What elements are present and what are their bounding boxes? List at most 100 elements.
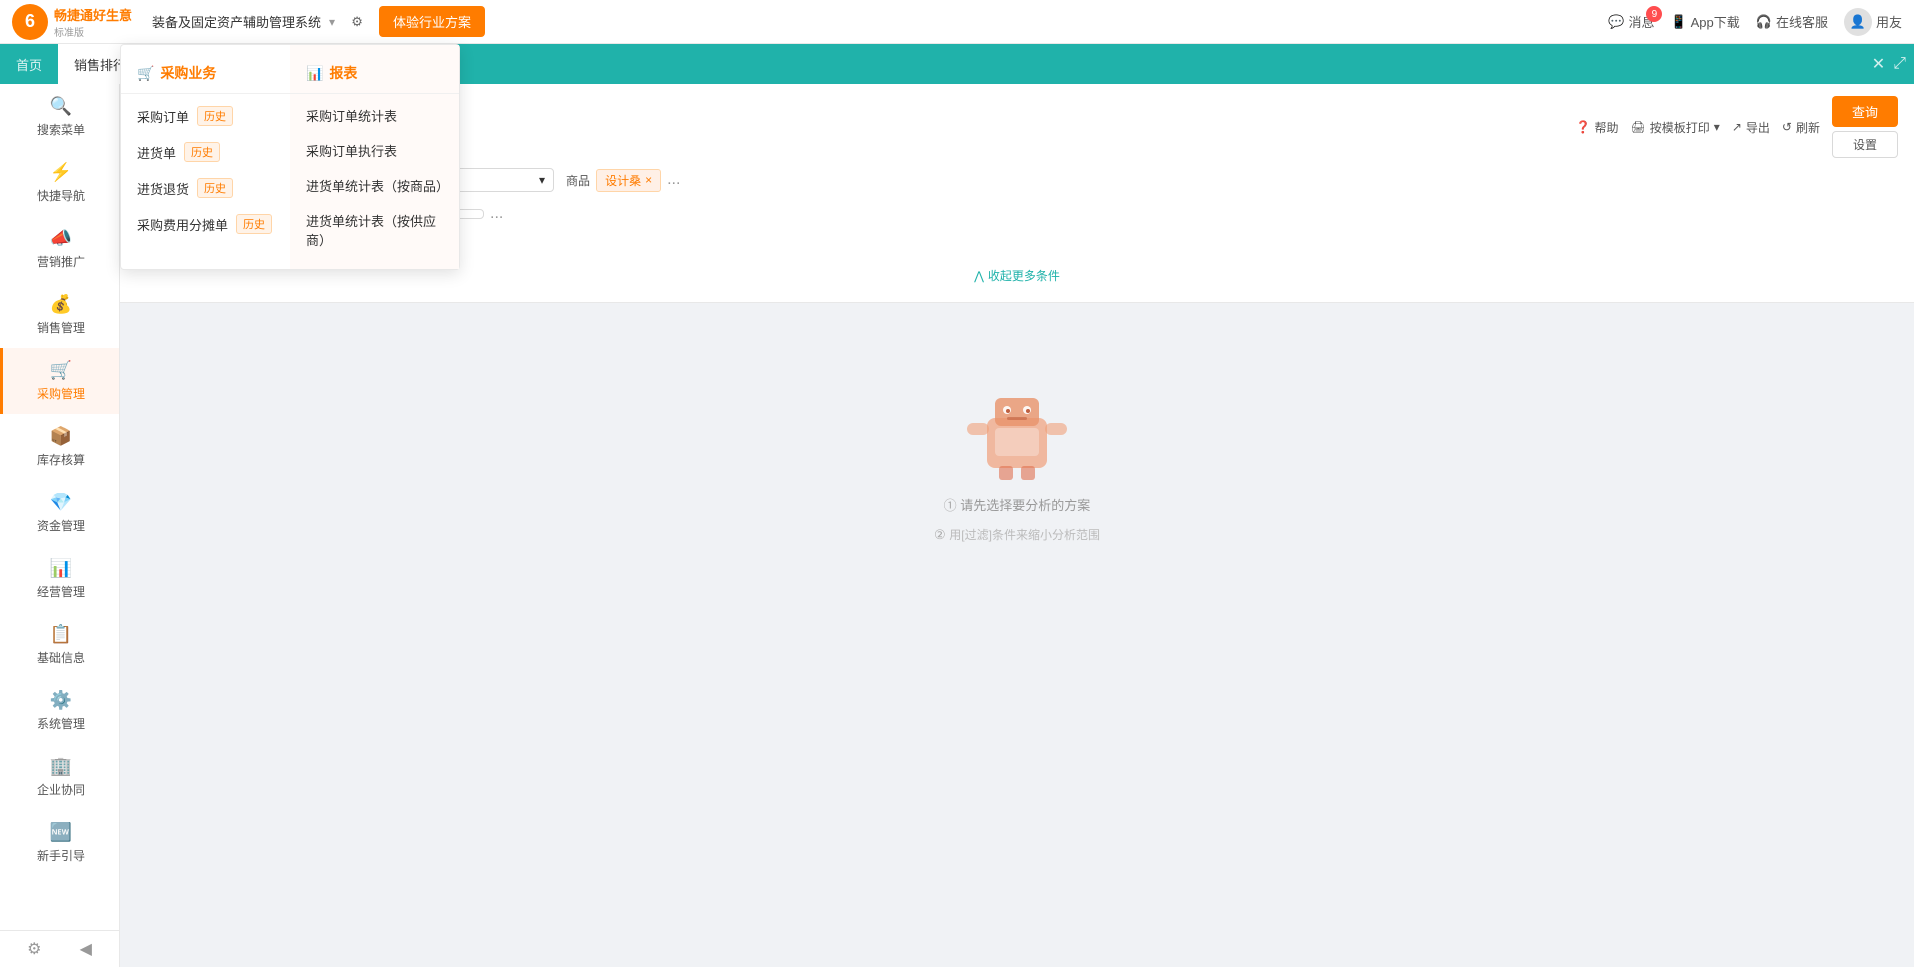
- operation-icon: 📊: [50, 558, 72, 579]
- sidebar-item-quick-nav[interactable]: ⚡ 快捷导航: [0, 150, 119, 216]
- app-download-label: App下载: [1691, 12, 1740, 31]
- purchase-dropdown-popup: 🛒 采购业务 采购订单 历史 进货单 历史 进货退货 历史 采购费用分摊单 历史: [120, 44, 460, 270]
- search-icon: 🔍: [50, 96, 72, 117]
- sidebar-item-purchase[interactable]: 🛒 采购管理: [0, 348, 119, 414]
- sidebar-label-marketing: 营销推广: [37, 253, 85, 270]
- basic-icon: 📋: [50, 624, 72, 645]
- inventory-icon: 📦: [50, 426, 72, 447]
- sidebar-item-operation[interactable]: 📊 经营管理: [0, 546, 119, 612]
- query-button[interactable]: 查询: [1832, 96, 1898, 127]
- collapse-up-icon: ⋀: [974, 269, 984, 283]
- system-gear-icon[interactable]: ⚙: [343, 8, 371, 36]
- sidebar-label-enterprise: 企业协同: [37, 781, 85, 798]
- sidebar-item-finance[interactable]: 💎 资金管理: [0, 480, 119, 546]
- marketing-icon: 📣: [50, 228, 72, 249]
- tab-close-all-icon[interactable]: ✕: [1872, 54, 1885, 74]
- collapse-label: 收起更多条件: [988, 267, 1060, 284]
- sidebar-item-system[interactable]: ⚙️ 系统管理: [0, 678, 119, 744]
- online-service-button[interactable]: 🎧 在线客服: [1756, 12, 1828, 31]
- sidebar-label-sales: 销售管理: [37, 319, 85, 336]
- tab-maximize-icon[interactable]: ⤢: [1893, 55, 1906, 73]
- industry-button[interactable]: 体验行业方案: [379, 6, 485, 37]
- topbar-right: 💬 消息 9 📱 App下载 🎧 在线客服 👤 用友: [1608, 8, 1902, 36]
- empty-hint-2-text: 用[过滤]条件来缩小分析范围: [949, 528, 1100, 542]
- empty-hint-1: ① 请先选择要分析的方案: [944, 495, 1091, 514]
- popup-col-purchase: 🛒 采购业务 采购订单 历史 进货单 历史 进货退货 历史 采购费用分摊单 历史: [121, 45, 290, 269]
- user-label: 用友: [1876, 12, 1902, 31]
- enterprise-icon: 🏢: [50, 756, 72, 777]
- refresh-label: 刷新: [1796, 119, 1820, 136]
- sidebar-collapse-icon[interactable]: ◀: [80, 939, 92, 959]
- set-button[interactable]: 设置: [1832, 131, 1898, 158]
- phone-icon: 📱: [1670, 14, 1686, 30]
- sidebar-settings-icon[interactable]: ⚙: [27, 939, 41, 959]
- popup-item-purchase-order[interactable]: 采购订单 历史: [121, 98, 290, 134]
- popup-item-incoming-by-supplier[interactable]: 进货单统计表（按供应商）: [290, 203, 459, 257]
- empty-hint-1-text: 请先选择要分析的方案: [960, 498, 1090, 513]
- sidebar-label-finance: 资金管理: [37, 517, 85, 534]
- sidebar-item-guide[interactable]: 🆕 新手引导: [0, 810, 119, 876]
- system-icon: ⚙️: [50, 690, 72, 711]
- popup-item-incoming[interactable]: 进货单 历史: [121, 134, 290, 170]
- goods-tag-close[interactable]: ×: [645, 173, 652, 187]
- expense-label: 采购费用分摊单: [137, 215, 228, 234]
- popup-col-report: 📊 报表 采购订单统计表 采购订单执行表 进货单统计表（按商品） 进货单统计表（…: [290, 45, 459, 269]
- message-badge: 9: [1646, 6, 1662, 22]
- logo-area: 6 畅捷通好生意 标准版: [12, 4, 132, 40]
- logo-main: 畅捷通好生意: [54, 5, 132, 24]
- print-label: 按模板打印: [1650, 119, 1710, 136]
- salesperson-dots[interactable]: ...: [490, 205, 503, 223]
- app-download-button[interactable]: 📱 App下载: [1670, 12, 1739, 31]
- popup-columns: 🛒 采购业务 采购订单 历史 进货单 历史 进货退货 历史 采购费用分摊单 历史: [121, 45, 459, 269]
- purchase-order-history: 历史: [197, 106, 233, 126]
- popup-item-return[interactable]: 进货退货 历史: [121, 170, 290, 206]
- sidebar-item-inventory[interactable]: 📦 库存核算: [0, 414, 119, 480]
- report-col-icon: 📊: [306, 65, 323, 82]
- sidebar-label-quick-nav: 快捷导航: [37, 187, 85, 204]
- popup-item-order-exec[interactable]: 采购订单执行表: [290, 133, 459, 168]
- logo-icon: 6: [12, 4, 48, 40]
- help-icon: ❓: [1576, 120, 1591, 134]
- refresh-button[interactable]: ↺ 刷新: [1782, 119, 1820, 136]
- export-label: 导出: [1746, 119, 1770, 136]
- print-icon: 🖨: [1631, 120, 1646, 134]
- expense-history: 历史: [236, 214, 272, 234]
- return-label: 进货退货: [137, 179, 189, 198]
- print-template-button[interactable]: 🖨 按模板打印 ▾: [1631, 119, 1720, 136]
- refresh-icon: ↺: [1782, 120, 1792, 134]
- logo-sub: 标准版: [54, 24, 132, 39]
- popup-col-purchase-header: 🛒 采购业务: [121, 57, 290, 94]
- order-exec-label: 采购订单执行表: [306, 141, 397, 160]
- goods-dots[interactable]: ...: [667, 171, 680, 189]
- sidebar-item-marketing[interactable]: 📣 营销推广: [0, 216, 119, 282]
- status-select-arrow: ▾: [539, 173, 545, 187]
- sidebar-item-sales[interactable]: 💰 销售管理: [0, 282, 119, 348]
- order-stats-label: 采购订单统计表: [306, 106, 397, 125]
- user-area[interactable]: 👤 用友: [1844, 8, 1902, 36]
- purchase-icon: 🛒: [50, 360, 72, 381]
- system-area: 装备及固定资产辅助管理系统 ▾ ⚙ 体验行业方案: [132, 6, 1608, 37]
- popup-item-order-stats[interactable]: 采购订单统计表: [290, 98, 459, 133]
- popup-item-incoming-by-goods[interactable]: 进货单统计表（按商品）: [290, 168, 459, 203]
- purchase-col-icon: 🛒: [137, 65, 154, 82]
- sales-icon: 💰: [50, 294, 72, 315]
- export-button[interactable]: ↗ 导出: [1732, 119, 1770, 136]
- empty-state: ① 请先选择要分析的方案 ② 用[过滤]条件来缩小分析范围: [120, 303, 1914, 623]
- incoming-history: 历史: [184, 142, 220, 162]
- topbar: 6 畅捷通好生意 标准版 装备及固定资产辅助管理系统 ▾ ⚙ 体验行业方案 💬 …: [0, 0, 1914, 44]
- sidebar-item-enterprise[interactable]: 🏢 企业协同: [0, 744, 119, 810]
- sidebar-item-search[interactable]: 🔍 搜索菜单: [0, 84, 119, 150]
- message-button[interactable]: 💬 消息 9: [1608, 12, 1654, 31]
- tabbar-controls: ✕ ⤢: [1872, 54, 1906, 74]
- help-button[interactable]: ❓ 帮助: [1576, 119, 1619, 136]
- sidebar-label-basic: 基础信息: [37, 649, 85, 666]
- return-history: 历史: [197, 178, 233, 198]
- incoming-by-goods-label: 进货单统计表（按商品）: [306, 176, 443, 195]
- goods-filter: 商品 设计桑 × ...: [566, 169, 680, 192]
- sidebar-item-basic[interactable]: 📋 基础信息: [0, 612, 119, 678]
- help-label: 帮助: [1595, 119, 1619, 136]
- popup-col-report-header: 📊 报表: [290, 57, 459, 94]
- popup-item-expense[interactable]: 采购费用分摊单 历史: [121, 206, 290, 242]
- system-dropdown-arrow[interactable]: ▾: [329, 15, 335, 29]
- tab-home[interactable]: 首页: [0, 44, 58, 84]
